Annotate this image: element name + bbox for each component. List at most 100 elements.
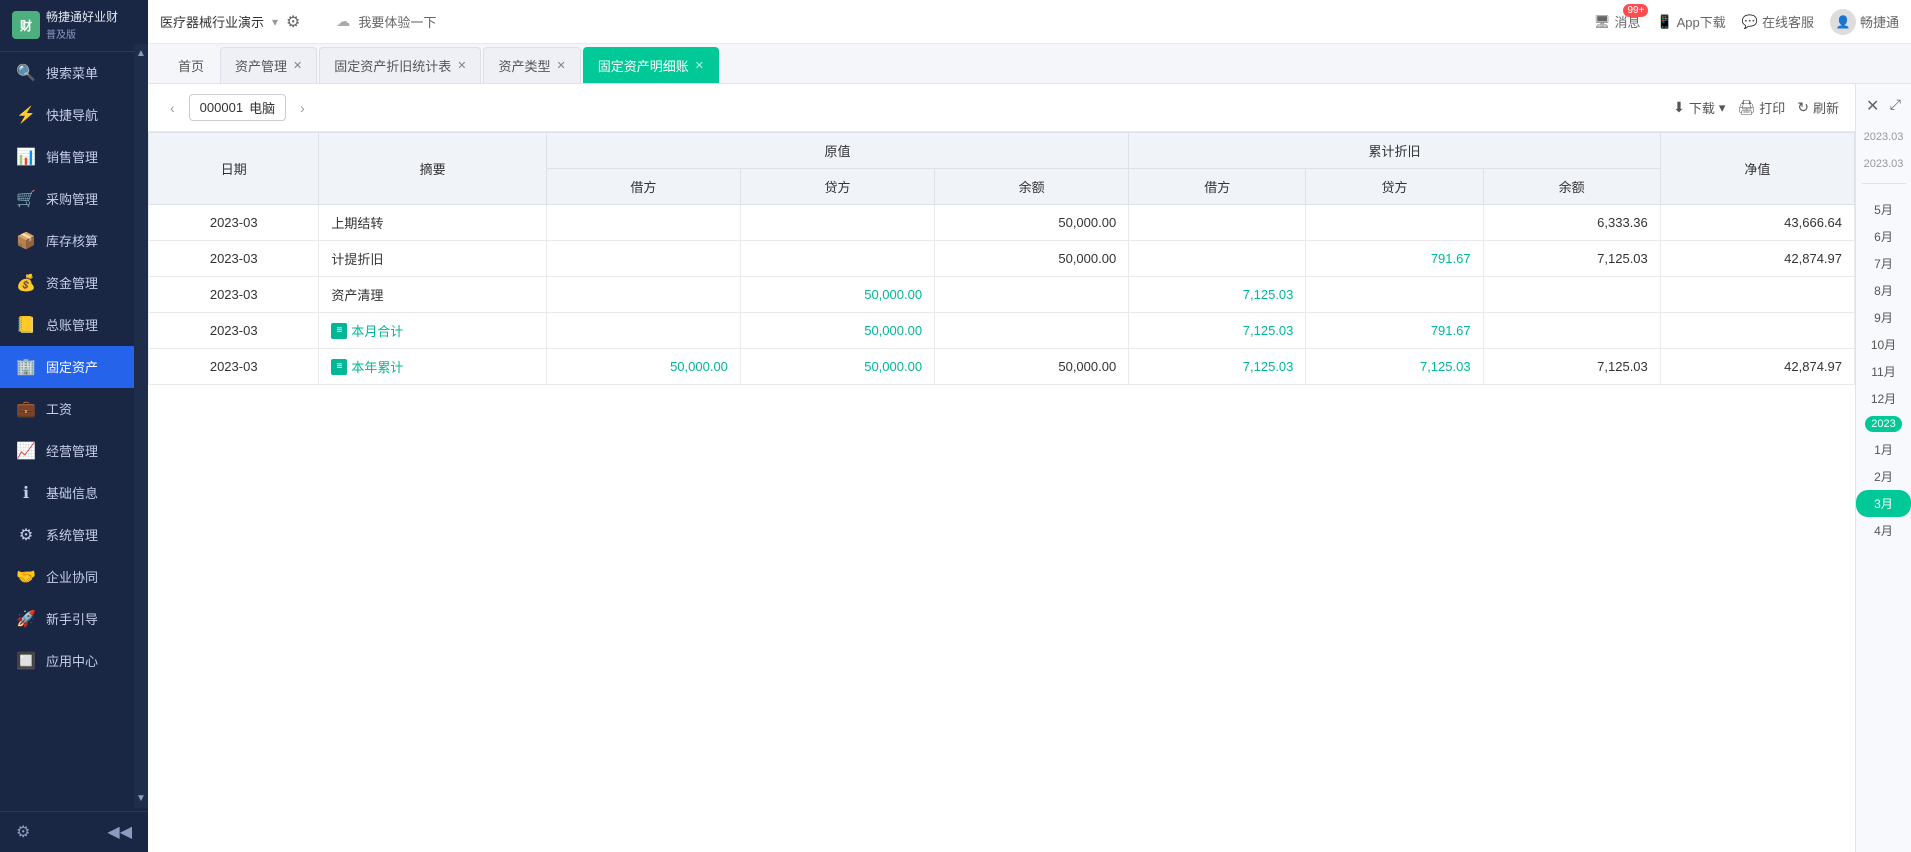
month-4[interactable]: 4月 <box>1856 517 1911 544</box>
row-tag: ≡ <box>331 323 347 339</box>
dropdown-icon[interactable]: ▾ <box>272 15 278 29</box>
sidebar-item-sales[interactable]: 📊 销售管理 <box>0 136 148 178</box>
system-icon: ⚙ <box>16 525 36 545</box>
panel-header-top: 2023.03 <box>1860 124 1908 151</box>
table-cell <box>1306 277 1483 313</box>
table-cell: 7,125.03 <box>1483 241 1660 277</box>
table-cell: 2023-03 <box>149 349 319 385</box>
month-3[interactable]: 3月 <box>1856 490 1911 517</box>
table-cell <box>1306 205 1483 241</box>
user-area[interactable]: 👤 畅捷通 <box>1830 9 1899 35</box>
row-tag: ≡ <box>331 359 347 375</box>
tab-asset-mgmt-label: 资产管理 <box>235 56 287 75</box>
sidebar-item-guide[interactable]: 🚀 新手引导 <box>0 598 148 640</box>
month-6[interactable]: 6月 <box>1856 223 1911 250</box>
col-orig-credit: 贷方 <box>740 169 934 205</box>
sidebar-item-finance[interactable]: 💰 资金管理 <box>0 262 148 304</box>
notifications-btn[interactable]: 🖥 消息 99+ <box>1594 12 1641 31</box>
sidebar-item-operations[interactable]: 📈 经营管理 <box>0 430 148 472</box>
table-cell <box>1660 277 1854 313</box>
tab-depreciation-close[interactable]: ✕ <box>457 59 466 72</box>
tab-depreciation-label: 固定资产折旧统计表 <box>334 56 451 75</box>
month-1[interactable]: 1月 <box>1856 436 1911 463</box>
tab-asset-mgmt[interactable]: 资产管理 ✕ <box>220 47 317 83</box>
table-cell: 50,000.00 <box>935 241 1129 277</box>
summary-cell: 计提折旧 <box>319 241 546 277</box>
tab-asset-detail[interactable]: 固定资产明细账 ✕ <box>583 47 719 83</box>
quick-nav-icon: ⚡ <box>16 105 36 125</box>
month-7[interactable]: 7月 <box>1856 250 1911 277</box>
asset-tag: 000001 电脑 <box>189 94 286 121</box>
refresh-btn[interactable]: ↻ 刷新 <box>1797 98 1839 117</box>
tab-asset-mgmt-close[interactable]: ✕ <box>293 59 302 72</box>
app-download-btn[interactable]: 📱 App下载 <box>1656 12 1725 31</box>
avatar: 👤 <box>1830 9 1856 35</box>
summary-text: 本月合计 <box>351 321 403 340</box>
sidebar-item-fixed-assets[interactable]: 🏢 固定资产 <box>0 346 148 388</box>
tab-asset-type[interactable]: 资产类型 ✕ <box>483 47 580 83</box>
table-cell: 6,333.36 <box>1483 205 1660 241</box>
sidebar-item-quick-nav[interactable]: ⚡ 快捷导航 <box>0 94 148 136</box>
experience-text[interactable]: 我要体验一下 <box>358 12 436 31</box>
topbar: 医疗器械行业演示 ▾ ⚙ ☁ 我要体验一下 🖥 消息 99+ 📱 App下载 💬… <box>148 0 1911 44</box>
table-row: 2023-03≡本月合计50,000.007,125.03791.67 <box>149 313 1855 349</box>
sidebar-item-payroll[interactable]: 💼 工资 <box>0 388 148 430</box>
sidebar: 财 畅捷通好业财 普及版 ▲ ▼ 🔍 搜索菜单 ⚡ 快捷导航 📊 销售管理 🛒 … <box>0 0 148 852</box>
sidebar-scroll-up[interactable]: ▲ <box>136 48 146 59</box>
panel-close-btn[interactable]: ✕ <box>1862 92 1883 120</box>
search-icon: 🔍 <box>16 63 36 83</box>
print-btn[interactable]: 🖨 打印 <box>1737 98 1785 117</box>
sidebar-item-search[interactable]: 🔍 搜索菜单 <box>0 52 148 94</box>
prev-asset-btn[interactable]: ‹ <box>164 98 181 118</box>
month-12[interactable]: 12月 <box>1856 385 1911 412</box>
sidebar-item-purchase[interactable]: 🛒 采购管理 <box>0 178 148 220</box>
asset-code: 000001 <box>200 100 243 115</box>
sidebar-item-enterprise[interactable]: 🤝 企业协同 <box>0 556 148 598</box>
month-2[interactable]: 2月 <box>1856 463 1911 490</box>
table-cell: 43,666.64 <box>1660 205 1854 241</box>
summary-cell: ≡本年累计 <box>319 349 546 385</box>
month-9[interactable]: 9月 <box>1856 304 1911 331</box>
sidebar-item-system[interactable]: ⚙ 系统管理 <box>0 514 148 556</box>
panel-expand-btn[interactable]: ⤢ <box>1886 92 1905 120</box>
month-5[interactable]: 5月 <box>1856 196 1911 223</box>
sidebar-scroll-down[interactable]: ▼ <box>136 793 146 804</box>
settings-bottom-icon[interactable]: ⚙ <box>16 822 30 842</box>
topbar-right: 🖥 消息 99+ 📱 App下载 💬 在线客服 👤 畅捷通 <box>1594 9 1899 35</box>
logo-text: 畅捷通好业财 普及版 <box>46 10 118 41</box>
table-cell: 7,125.03 <box>1129 313 1306 349</box>
sidebar-nav: 🔍 搜索菜单 ⚡ 快捷导航 📊 销售管理 🛒 采购管理 📦 库存核算 💰 资金管… <box>0 52 148 811</box>
table-cell <box>935 313 1129 349</box>
collapse-icon[interactable]: ◀◀ <box>107 822 132 842</box>
tab-depreciation[interactable]: 固定资产折旧统计表 ✕ <box>319 47 481 83</box>
table-cell <box>546 313 740 349</box>
main-content: 医疗器械行业演示 ▾ ⚙ ☁ 我要体验一下 🖥 消息 99+ 📱 App下载 💬… <box>148 0 1911 852</box>
company-title: 医疗器械行业演示 <box>160 12 264 31</box>
app-download-icon: 📱 <box>1656 14 1672 30</box>
month-10[interactable]: 10月 <box>1856 331 1911 358</box>
sidebar-item-ledger[interactable]: 📒 总账管理 <box>0 304 148 346</box>
next-asset-btn[interactable]: › <box>294 98 311 118</box>
month-11[interactable]: 11月 <box>1856 358 1911 385</box>
sidebar-item-app-center[interactable]: 🔲 应用中心 <box>0 640 148 682</box>
table-row: 2023-03上期结转50,000.006,333.3643,666.64 <box>149 205 1855 241</box>
sales-icon: 📊 <box>16 147 36 167</box>
table-row: 2023-03计提折旧50,000.00791.677,125.0342,874… <box>149 241 1855 277</box>
notification-badge: 99+ <box>1623 4 1648 17</box>
table-cell: 50,000.00 <box>740 277 934 313</box>
online-service-btn[interactable]: 💬 在线客服 <box>1742 12 1814 31</box>
tab-asset-type-close[interactable]: ✕ <box>557 59 566 72</box>
settings-icon[interactable]: ⚙ <box>286 12 300 32</box>
sidebar-item-basic-info[interactable]: ℹ 基础信息 <box>0 472 148 514</box>
tab-asset-detail-close[interactable]: ✕ <box>695 59 704 72</box>
table-row: 2023-03资产清理50,000.007,125.03 <box>149 277 1855 313</box>
month-8[interactable]: 8月 <box>1856 277 1911 304</box>
tab-home[interactable]: 首页 <box>164 48 218 83</box>
sidebar-item-inventory[interactable]: 📦 库存核算 <box>0 220 148 262</box>
finance-icon: 💰 <box>16 273 36 293</box>
table-toolbar: ‹ 000001 电脑 › ⬇ 下载 ▾ 🖨 打印 <box>148 84 1855 132</box>
download-btn[interactable]: ⬇ 下载 ▾ <box>1673 98 1725 117</box>
guide-icon: 🚀 <box>16 609 36 629</box>
sidebar-logo: 财 畅捷通好业财 普及版 <box>0 0 148 52</box>
summary-text: 本年累计 <box>351 357 403 376</box>
